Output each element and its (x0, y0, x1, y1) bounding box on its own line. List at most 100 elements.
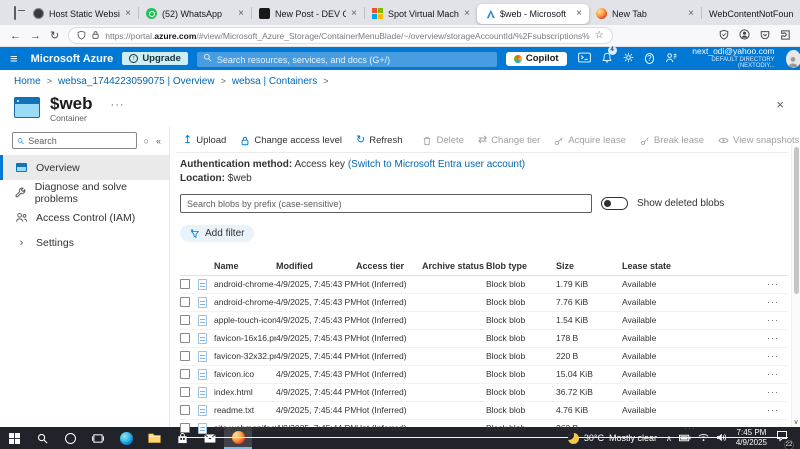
browser-tab[interactable]: WebContentNotFoun × (702, 4, 800, 24)
task-view-icon[interactable] (84, 427, 112, 449)
break-lease-button[interactable]: Break lease (633, 135, 711, 146)
row-menu-button[interactable]: ··· (758, 333, 788, 343)
col-size[interactable]: Size (556, 261, 622, 271)
extensions-icon[interactable] (780, 27, 790, 45)
tab-close-icon[interactable]: × (464, 8, 470, 19)
table-row[interactable]: favicon.ico 4/9/2025, 7:45:43 PM Hot (In… (180, 366, 788, 384)
tab-close-icon[interactable]: × (688, 8, 694, 19)
row-checkbox[interactable] (180, 315, 190, 325)
upload-button[interactable]: ↥ Upload (176, 135, 233, 147)
table-row[interactable]: apple-touch-icon... 4/9/2025, 7:45:43 PM… (180, 312, 788, 330)
avatar[interactable] (785, 49, 800, 68)
shield-icon[interactable] (77, 27, 86, 45)
notifications-button[interactable]: 4 (601, 45, 617, 68)
refresh-button[interactable]: ↻ Refresh (349, 135, 409, 147)
breadcrumb-storage-account[interactable]: websa_1744223059075 | Overview (58, 76, 215, 87)
row-checkbox[interactable] (180, 423, 190, 433)
blob-name[interactable]: site.webmanifest (214, 423, 276, 433)
sidebar-item-access-control[interactable]: Access Control (IAM) (0, 205, 169, 230)
cloud-shell-icon[interactable] (577, 50, 591, 68)
protections-icon[interactable] (719, 27, 729, 45)
tab-close-icon[interactable]: × (576, 8, 582, 19)
scrollbar-thumb[interactable] (793, 147, 799, 294)
table-row[interactable]: site.webmanifest 4/9/2025, 7:45:44 PM Ho… (180, 420, 788, 438)
blade-more-button[interactable]: ··· (111, 99, 125, 111)
edge-icon[interactable] (112, 427, 140, 449)
account-icon[interactable] (739, 27, 750, 45)
cortana-icon[interactable] (56, 427, 84, 449)
back-button[interactable]: ← (10, 30, 21, 42)
upgrade-button[interactable]: ↑ Upgrade (122, 52, 188, 65)
reload-button[interactable]: ↻ (50, 29, 59, 42)
table-row[interactable]: android-chrome-... 4/9/2025, 7:45:43 PM … (180, 276, 788, 294)
row-checkbox[interactable] (180, 279, 190, 289)
change-access-level-button[interactable]: Change access level (233, 135, 349, 146)
table-row[interactable]: favicon-32x32.png 4/9/2025, 7:45:44 PM H… (180, 348, 788, 366)
table-row[interactable]: android-chrome-... 4/9/2025, 7:45:43 PM … (180, 294, 788, 312)
row-menu-button[interactable]: ··· (758, 387, 788, 397)
tab-close-icon[interactable]: × (125, 8, 131, 19)
portal-search[interactable] (196, 50, 497, 68)
breadcrumb-home[interactable]: Home (14, 76, 41, 87)
row-checkbox[interactable] (180, 405, 190, 415)
blob-name[interactable]: favicon-16x16.png (214, 333, 276, 343)
taskbar-search-icon[interactable] (28, 427, 56, 449)
switch-entra-link[interactable]: (Switch to Microsoft Entra user account) (348, 159, 525, 170)
acquire-lease-button[interactable]: Acquire lease (547, 135, 633, 146)
sidebar-item-diagnose[interactable]: Diagnose and solve problems (0, 180, 169, 205)
account-info[interactable]: next_odi@yahoo.com DEFAULT DIRECTORY (NE… (688, 46, 774, 71)
browser-tab[interactable]: Spot Virtual Mach × (365, 4, 477, 24)
change-tier-button[interactable]: ⇄ Change tier (471, 135, 547, 147)
breadcrumb-containers[interactable]: websa | Containers (232, 76, 317, 87)
col-blob-type[interactable]: Blob type (486, 261, 556, 271)
bookmark-star-icon[interactable]: ☆ (595, 30, 604, 41)
row-menu-button[interactable]: ··· (758, 279, 788, 289)
col-archive-status[interactable]: Archive status (422, 261, 486, 271)
sidebar-item-overview[interactable]: Overview (0, 155, 169, 180)
view-snapshots-button[interactable]: View snapshots (711, 135, 800, 146)
copilot-button[interactable]: Copilot (505, 51, 567, 66)
blob-name[interactable]: favicon-32x32.png (214, 351, 276, 361)
row-menu-button[interactable]: ··· (758, 369, 788, 379)
tab-close-icon[interactable]: × (351, 8, 357, 19)
sidebar-item-settings[interactable]: › Settings (0, 230, 169, 255)
row-checkbox[interactable] (180, 351, 190, 361)
row-checkbox[interactable] (180, 333, 190, 343)
row-menu-button[interactable]: ··· (758, 297, 788, 307)
file-explorer-icon[interactable] (140, 427, 168, 449)
forward-button[interactable]: → (30, 30, 41, 42)
col-modified[interactable]: Modified (276, 261, 356, 271)
blob-search-input[interactable] (180, 194, 592, 213)
pocket-icon[interactable] (760, 27, 770, 45)
row-menu-button[interactable]: ··· (758, 405, 788, 415)
firefox-view-icon[interactable] (14, 5, 25, 20)
browser-tab[interactable]: New Post - DEV C × (252, 4, 364, 24)
blade-close-button[interactable]: × (776, 97, 784, 112)
show-deleted-toggle[interactable] (601, 197, 628, 210)
blob-name[interactable]: index.html (214, 387, 276, 397)
feedback-icon[interactable] (665, 50, 677, 68)
blob-name[interactable]: readme.txt (214, 405, 276, 415)
row-menu-button[interactable]: ··· (758, 351, 788, 361)
browser-tab-active[interactable]: $web - Microsoft × (477, 3, 589, 24)
col-lease-state[interactable]: Lease state (622, 261, 758, 271)
settings-gear-icon[interactable] (623, 50, 634, 68)
row-checkbox[interactable] (180, 297, 190, 307)
sidebar-collapse-icon[interactable]: « (156, 136, 161, 146)
table-row[interactable]: index.html 4/9/2025, 7:45:44 PM Hot (Inf… (180, 384, 788, 402)
table-row[interactable]: favicon-16x16.png 4/9/2025, 7:45:43 PM H… (180, 330, 788, 348)
blob-name[interactable]: apple-touch-icon... (214, 315, 276, 325)
blob-name[interactable]: android-chrome-... (214, 279, 276, 289)
browser-tab[interactable]: (52) WhatsApp × (139, 4, 251, 24)
delete-button[interactable]: Delete (415, 135, 470, 146)
browser-tab[interactable]: New Tab × (589, 4, 701, 24)
azure-brand[interactable]: Microsoft Azure (31, 53, 114, 65)
sidebar-search[interactable] (12, 132, 137, 149)
col-name[interactable]: Name (214, 261, 276, 271)
row-checkbox[interactable] (180, 369, 190, 379)
lock-icon[interactable] (91, 27, 100, 45)
row-menu-button[interactable]: ··· (758, 315, 788, 325)
sidebar-circle-icon[interactable]: ○ (144, 136, 149, 146)
table-row[interactable]: readme.txt 4/9/2025, 7:45:44 PM Hot (Inf… (180, 402, 788, 420)
row-menu-button[interactable]: ··· (622, 423, 758, 433)
